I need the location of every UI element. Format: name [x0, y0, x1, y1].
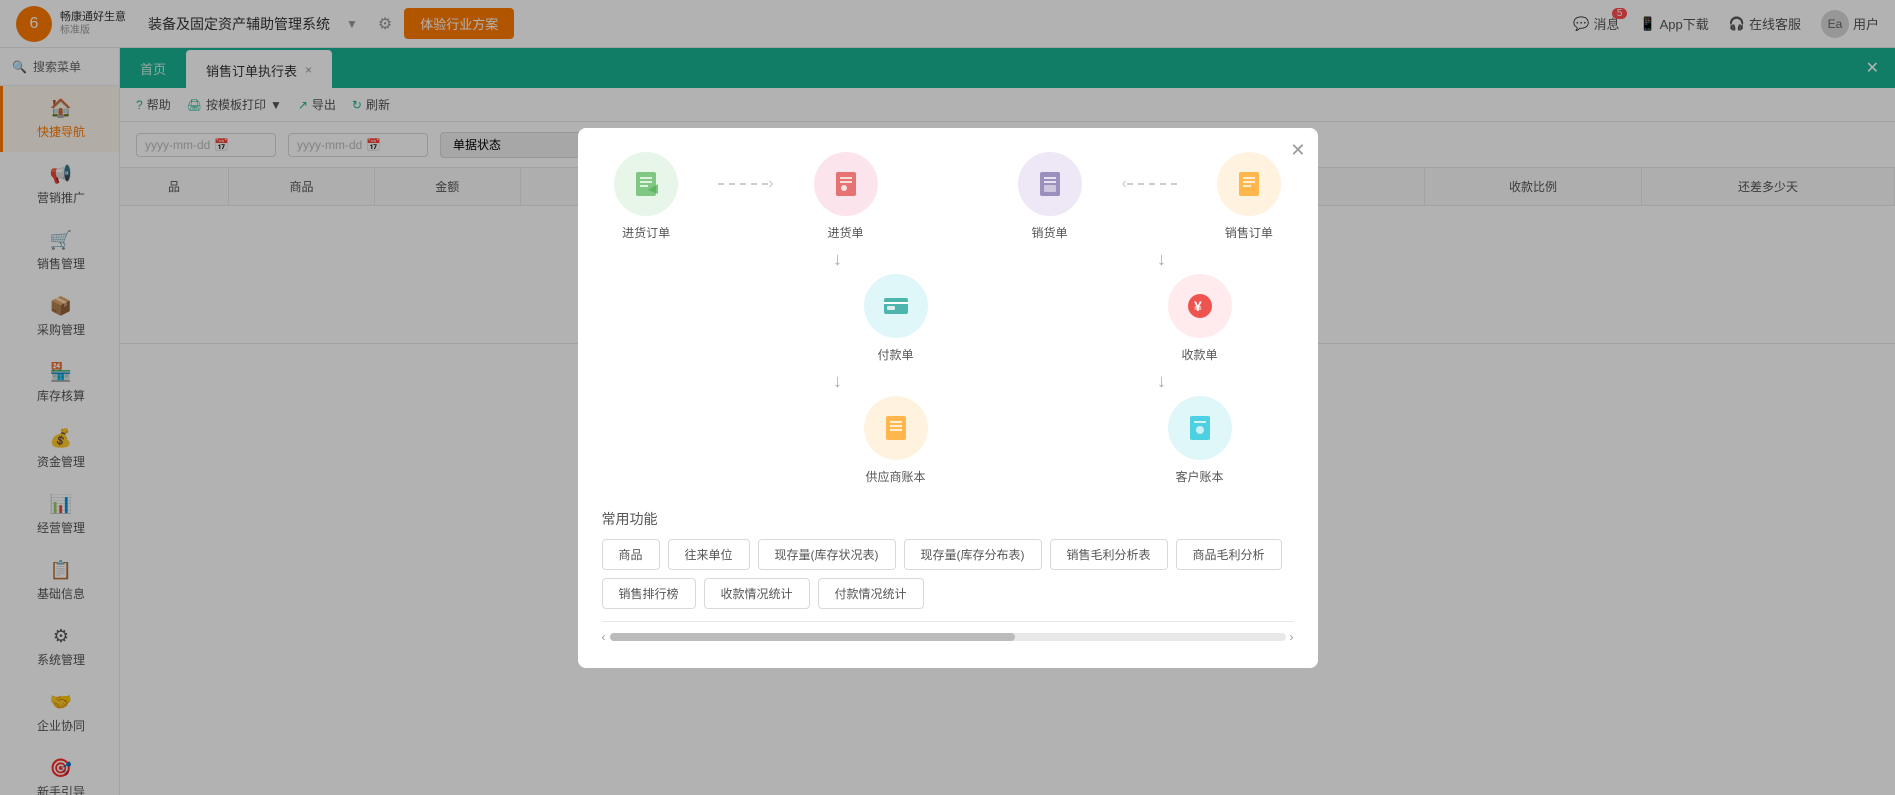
arrow-purchase-to-bill: ›: [718, 175, 773, 193]
purchase-order-circle: [614, 152, 678, 216]
sales-order-circle: [1217, 152, 1281, 216]
sales-bill-label: 销货单: [1031, 224, 1067, 241]
flow-supplier-account: 供应商账本: [864, 396, 928, 485]
payment-circle: [864, 274, 928, 338]
func-btn-stock-status[interactable]: 现存量(库存状况表): [758, 539, 896, 570]
flow-arrows-v1: ↓ ↓: [602, 249, 1294, 270]
scroll-thumb[interactable]: [610, 633, 1016, 641]
flow-sales-order: 销售订单: [1217, 152, 1281, 241]
flow-sales-bill: 销货单: [1018, 152, 1082, 241]
flow-section: 进货订单 › 进货单: [602, 152, 1294, 493]
func-btn-sales-rank[interactable]: 销售排行榜: [602, 578, 696, 609]
func-btn-collection-stats[interactable]: 收款情况统计: [704, 578, 810, 609]
func-buttons-row-2: 销售排行榜 收款情况统计 付款情况统计: [602, 578, 1294, 609]
flow-customer-account: 客户账本: [1168, 396, 1232, 485]
func-btn-product[interactable]: 商品: [602, 539, 660, 570]
scroll-track: [610, 633, 1286, 641]
receipt-circle: ¥: [1168, 274, 1232, 338]
func-btn-stock-dist[interactable]: 现存量(库存分布表): [904, 539, 1042, 570]
flow-payment: 付款单: [864, 274, 928, 363]
modal-scrollbar: ‹ ›: [602, 621, 1294, 644]
common-functions-section: 常用功能 商品 往来单位 现存量(库存状况表) 现存量(库存分布表) 销售毛利分…: [602, 509, 1294, 609]
purchase-order-label: 进货订单: [622, 224, 670, 241]
sales-bill-circle: [1018, 152, 1082, 216]
purchase-bill-label: 进货单: [827, 224, 863, 241]
flow-row-1: 进货订单 › 进货单: [614, 152, 1281, 241]
arrow-sales-to-bill: ‹: [1122, 175, 1177, 193]
flow-row-3: 供应商账本 客户账本: [664, 396, 1232, 485]
func-buttons-row-1: 商品 往来单位 现存量(库存状况表) 现存量(库存分布表) 销售毛利分析表 商品…: [602, 539, 1294, 570]
receipt-label: 收款单: [1181, 346, 1217, 363]
common-functions-title: 常用功能: [602, 509, 1294, 529]
func-btn-product-gross[interactable]: 商品毛利分析: [1176, 539, 1282, 570]
scroll-left-btn[interactable]: ‹: [602, 630, 606, 644]
supplier-account-circle: [864, 396, 928, 460]
payment-label: 付款单: [877, 346, 913, 363]
customer-account-label: 客户账本: [1175, 468, 1223, 485]
scroll-right-btn[interactable]: ›: [1290, 630, 1294, 644]
supplier-account-label: 供应商账本: [865, 468, 925, 485]
flow-receipt: ¥ 收款单: [1168, 274, 1232, 363]
modal-dialog: ✕ 进货订单 ›: [578, 128, 1318, 668]
modal-close-btn[interactable]: ✕: [1290, 140, 1305, 161]
flow-row-2: 付款单 ¥ 收款单: [664, 274, 1232, 363]
svg-text:¥: ¥: [1194, 298, 1202, 314]
flow-purchase-order: 进货订单: [614, 152, 678, 241]
func-btn-payment-stats[interactable]: 付款情况统计: [818, 578, 924, 609]
sales-order-label: 销售订单: [1225, 224, 1273, 241]
flow-arrows-v2: ↓ ↓: [602, 371, 1294, 392]
flow-purchase-bill: 进货单: [814, 152, 878, 241]
func-btn-contacts[interactable]: 往来单位: [668, 539, 750, 570]
purchase-bill-circle: [814, 152, 878, 216]
func-btn-sales-gross[interactable]: 销售毛利分析表: [1050, 539, 1168, 570]
modal-overlay[interactable]: ✕ 进货订单 ›: [0, 0, 1895, 795]
customer-account-circle: [1168, 396, 1232, 460]
